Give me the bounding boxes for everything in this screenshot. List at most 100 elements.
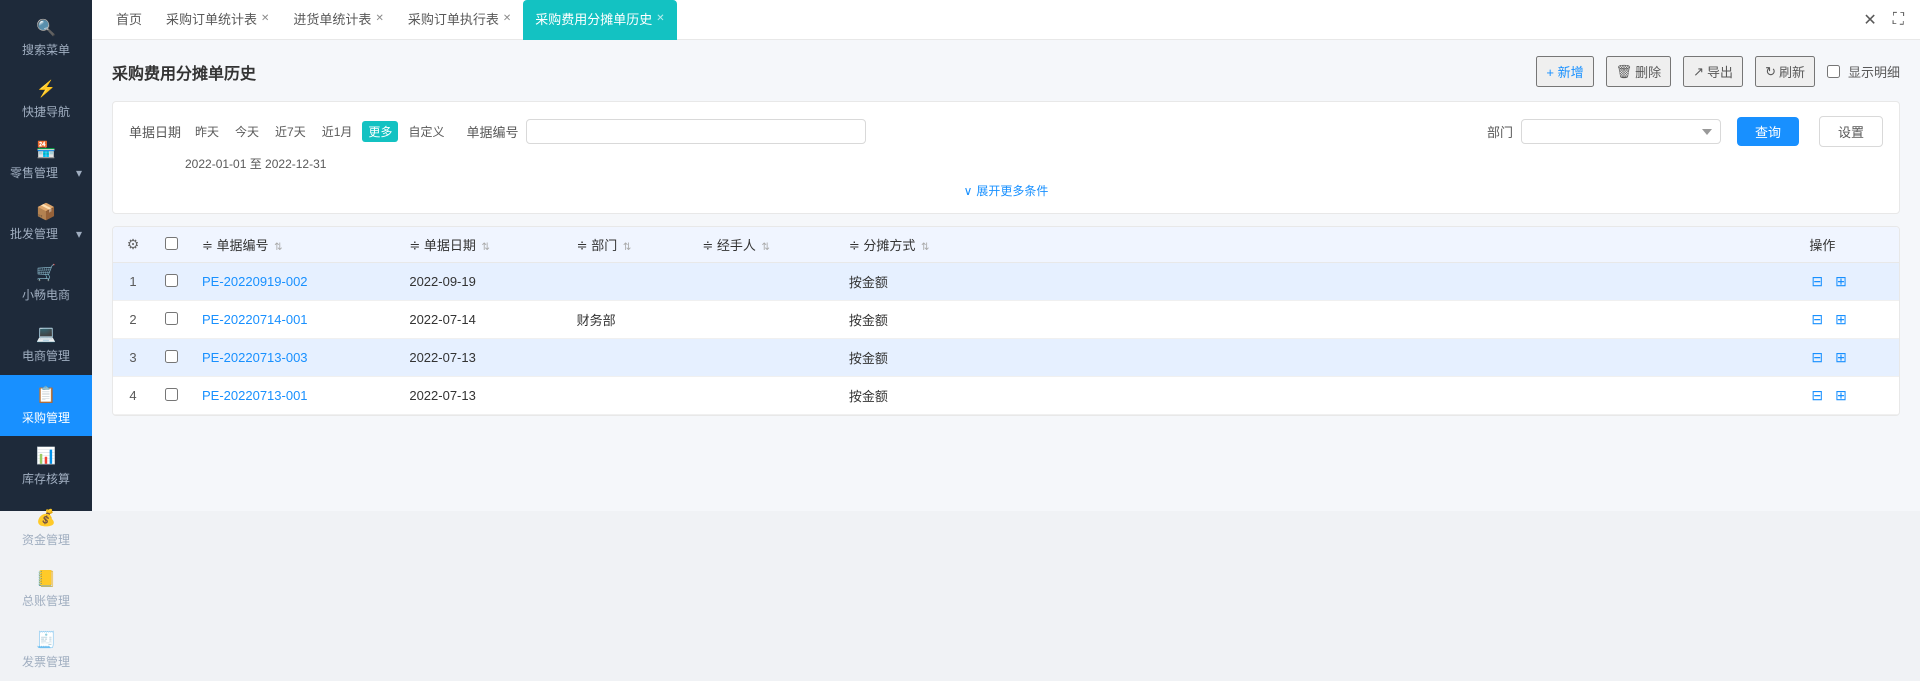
date-option-more[interactable]: 更多 — [362, 121, 398, 142]
search-button[interactable]: 查询 — [1737, 117, 1799, 146]
tab-home[interactable]: 首页 — [104, 0, 154, 40]
row-doc-num[interactable]: PE-20220919-002 — [190, 263, 397, 301]
sort-icon: ⇅ — [481, 242, 489, 253]
row-split-method: 按金额 — [837, 301, 1797, 339]
show-columns-toggle[interactable]: 显示明细 — [1827, 62, 1900, 81]
retail-icon: 🏪 — [4, 140, 88, 162]
show-columns-checkbox[interactable] — [1827, 65, 1840, 78]
sidebar-item-wholesale-mgmt[interactable]: 📦 批发管理 ▾ — [0, 192, 92, 253]
row-doc-date: 2022-07-14 — [397, 301, 564, 339]
col-doc-num: ≑ 单据编号 ⇅ — [190, 227, 397, 263]
tab-label: 进货单统计表 — [293, 9, 371, 28]
tab-label: 采购订单统计表 — [166, 9, 257, 28]
row-doc-date: 2022-07-13 — [397, 377, 564, 415]
more-icon[interactable]: ⊞ — [1833, 385, 1849, 406]
date-options: 昨天 今天 近7天 近1月 更多 自定义 — [189, 121, 450, 142]
maximize-btn[interactable]: ⛶ — [1889, 7, 1908, 33]
row-dept: 财务部 — [565, 301, 691, 339]
sidebar-item-retail-mgmt[interactable]: 🏪 零售管理 ▾ — [0, 130, 92, 191]
search-row-1: 单据日期 昨天 今天 近7天 近1月 更多 自定义 单据编号 — [129, 116, 1883, 147]
row-checkbox-cell — [153, 301, 190, 339]
table-body: 1 PE-20220919-002 2022-09-19 按金额 ⊟ ⊞ 2 P… — [113, 263, 1899, 415]
refresh-button[interactable]: ↻ 刷新 — [1755, 56, 1815, 87]
doc-num-input[interactable] — [526, 119, 866, 144]
dept-select[interactable] — [1521, 119, 1721, 144]
date-search-field: 单据日期 昨天 今天 近7天 近1月 更多 自定义 — [129, 121, 450, 142]
close-icon[interactable]: ✕ — [375, 13, 383, 24]
row-dept — [565, 263, 691, 301]
table-header-row: ⚙ ≑ 单据编号 ⇅ ≑ 单据日期 ⇅ ≑ 部门 ⇅ — [113, 227, 1899, 263]
row-checkbox[interactable] — [165, 388, 178, 401]
row-dept — [565, 339, 691, 377]
expand-more-btn[interactable]: ∨ 展开更多条件 — [129, 178, 1883, 203]
row-checkbox-cell — [153, 263, 190, 301]
data-table: ⚙ ≑ 单据编号 ⇅ ≑ 单据日期 ⇅ ≑ 部门 ⇅ — [112, 226, 1900, 416]
date-option-7days[interactable]: 近7天 — [269, 121, 312, 142]
page-title: 采购费用分摊单历史 — [112, 60, 256, 84]
row-doc-num[interactable]: PE-20220713-001 — [190, 377, 397, 415]
inventory-icon: 📊 — [4, 446, 88, 468]
close-window-btn[interactable]: ✕ — [1859, 6, 1880, 34]
select-all-checkbox[interactable] — [165, 237, 178, 250]
mini-shop-icon: 🛒 — [4, 263, 88, 285]
sidebar-item-purchase-mgmt[interactable]: 📋 采购管理 — [0, 375, 92, 436]
row-checkbox[interactable] — [165, 274, 178, 287]
table-row: 3 PE-20220713-003 2022-07-13 按金额 ⊟ ⊞ — [113, 339, 1899, 377]
page-header: 采购费用分摊单历史 + 新增 🗑 删除 ↗ 导出 ↻ 刷新 显示明细 — [112, 56, 1900, 87]
records-table: ⚙ ≑ 单据编号 ⇅ ≑ 单据日期 ⇅ ≑ 部门 ⇅ — [113, 227, 1899, 415]
delete-button[interactable]: 🗑 删除 — [1606, 56, 1672, 87]
close-icon[interactable]: ✕ — [503, 13, 511, 24]
doc-num-search-field: 单据编号 — [466, 119, 1471, 144]
tab-purchase-order-stats[interactable]: 采购订单统计表 ✕ — [154, 0, 281, 40]
settings-button[interactable]: 设置 — [1819, 116, 1883, 147]
row-checkbox[interactable] — [165, 312, 178, 325]
tab-purchase-cost-history[interactable]: 采购费用分摊单历史 ✕ — [523, 0, 676, 40]
sidebar-item-inventory[interactable]: 📊 库存核算 — [0, 436, 92, 497]
sidebar-item-mini-shop[interactable]: 🛒 小畅电商 — [0, 253, 92, 314]
more-icon[interactable]: ⊞ — [1833, 309, 1849, 330]
new-button[interactable]: + 新增 — [1536, 56, 1593, 87]
ecom-icon: 💻 — [4, 324, 88, 346]
tab-purchase-order-exec[interactable]: 采购订单执行表 ✕ — [396, 0, 523, 40]
date-range-display: 2022-01-01 至 2022-12-31 — [185, 155, 1883, 172]
sidebar-item-label: 小畅电商 — [4, 287, 88, 304]
sidebar-item-ledger-mgmt[interactable]: 📒 总账管理 — [0, 559, 92, 620]
row-doc-date: 2022-09-19 — [397, 263, 564, 301]
sidebar-item-invoice-mgmt[interactable]: 🧾 发票管理 — [0, 620, 92, 681]
sidebar-item-quick-nav[interactable]: ⚡ 快捷导航 — [0, 69, 92, 130]
date-option-yesterday[interactable]: 昨天 — [189, 121, 225, 142]
row-split-method: 按金额 — [837, 377, 1797, 415]
sidebar-item-label: 批发管理 — [10, 226, 58, 243]
date-option-custom[interactable]: 自定义 — [402, 121, 450, 142]
sidebar-item-label: 库存核算 — [4, 471, 88, 488]
close-icon[interactable]: ✕ — [656, 13, 664, 24]
sort-icon: ⇅ — [623, 242, 631, 253]
delete-icon: 🗑 — [1616, 64, 1633, 80]
date-option-today[interactable]: 今天 — [229, 121, 265, 142]
export-button[interactable]: ↗ 导出 — [1683, 56, 1743, 87]
row-checkbox[interactable] — [165, 350, 178, 363]
edit-icon[interactable]: ⊟ — [1809, 347, 1825, 368]
edit-icon[interactable]: ⊟ — [1809, 309, 1825, 330]
edit-icon[interactable]: ⊟ — [1809, 385, 1825, 406]
sidebar-item-search-menu[interactable]: 🔍 搜索菜单 — [0, 8, 92, 69]
tab-goods-receipt-stats[interactable]: 进货单统计表 ✕ — [281, 0, 395, 40]
sidebar-item-ecom-mgmt[interactable]: 💻 电商管理 — [0, 314, 92, 375]
checkbox-header — [153, 227, 190, 263]
sidebar-item-label: 零售管理 — [10, 165, 58, 182]
sidebar-item-label: 电商管理 — [4, 348, 88, 365]
more-icon[interactable]: ⊞ — [1833, 347, 1849, 368]
row-split-method: 按金额 — [837, 339, 1797, 377]
settings-gear-icon[interactable]: ⚙ — [127, 236, 140, 252]
tab-actions: ✕ ⛶ — [1859, 6, 1908, 34]
sidebar-item-finance-mgmt[interactable]: 💰 资金管理 — [0, 498, 92, 559]
more-icon[interactable]: ⊞ — [1833, 271, 1849, 292]
table-row: 4 PE-20220713-001 2022-07-13 按金额 ⊟ ⊞ — [113, 377, 1899, 415]
edit-icon[interactable]: ⊟ — [1809, 271, 1825, 292]
row-doc-num[interactable]: PE-20220714-001 — [190, 301, 397, 339]
row-doc-num[interactable]: PE-20220713-003 — [190, 339, 397, 377]
close-icon[interactable]: ✕ — [261, 13, 269, 24]
doc-num-label: 单据编号 — [466, 122, 518, 141]
gear-header: ⚙ — [113, 227, 153, 263]
date-option-1month[interactable]: 近1月 — [316, 121, 359, 142]
